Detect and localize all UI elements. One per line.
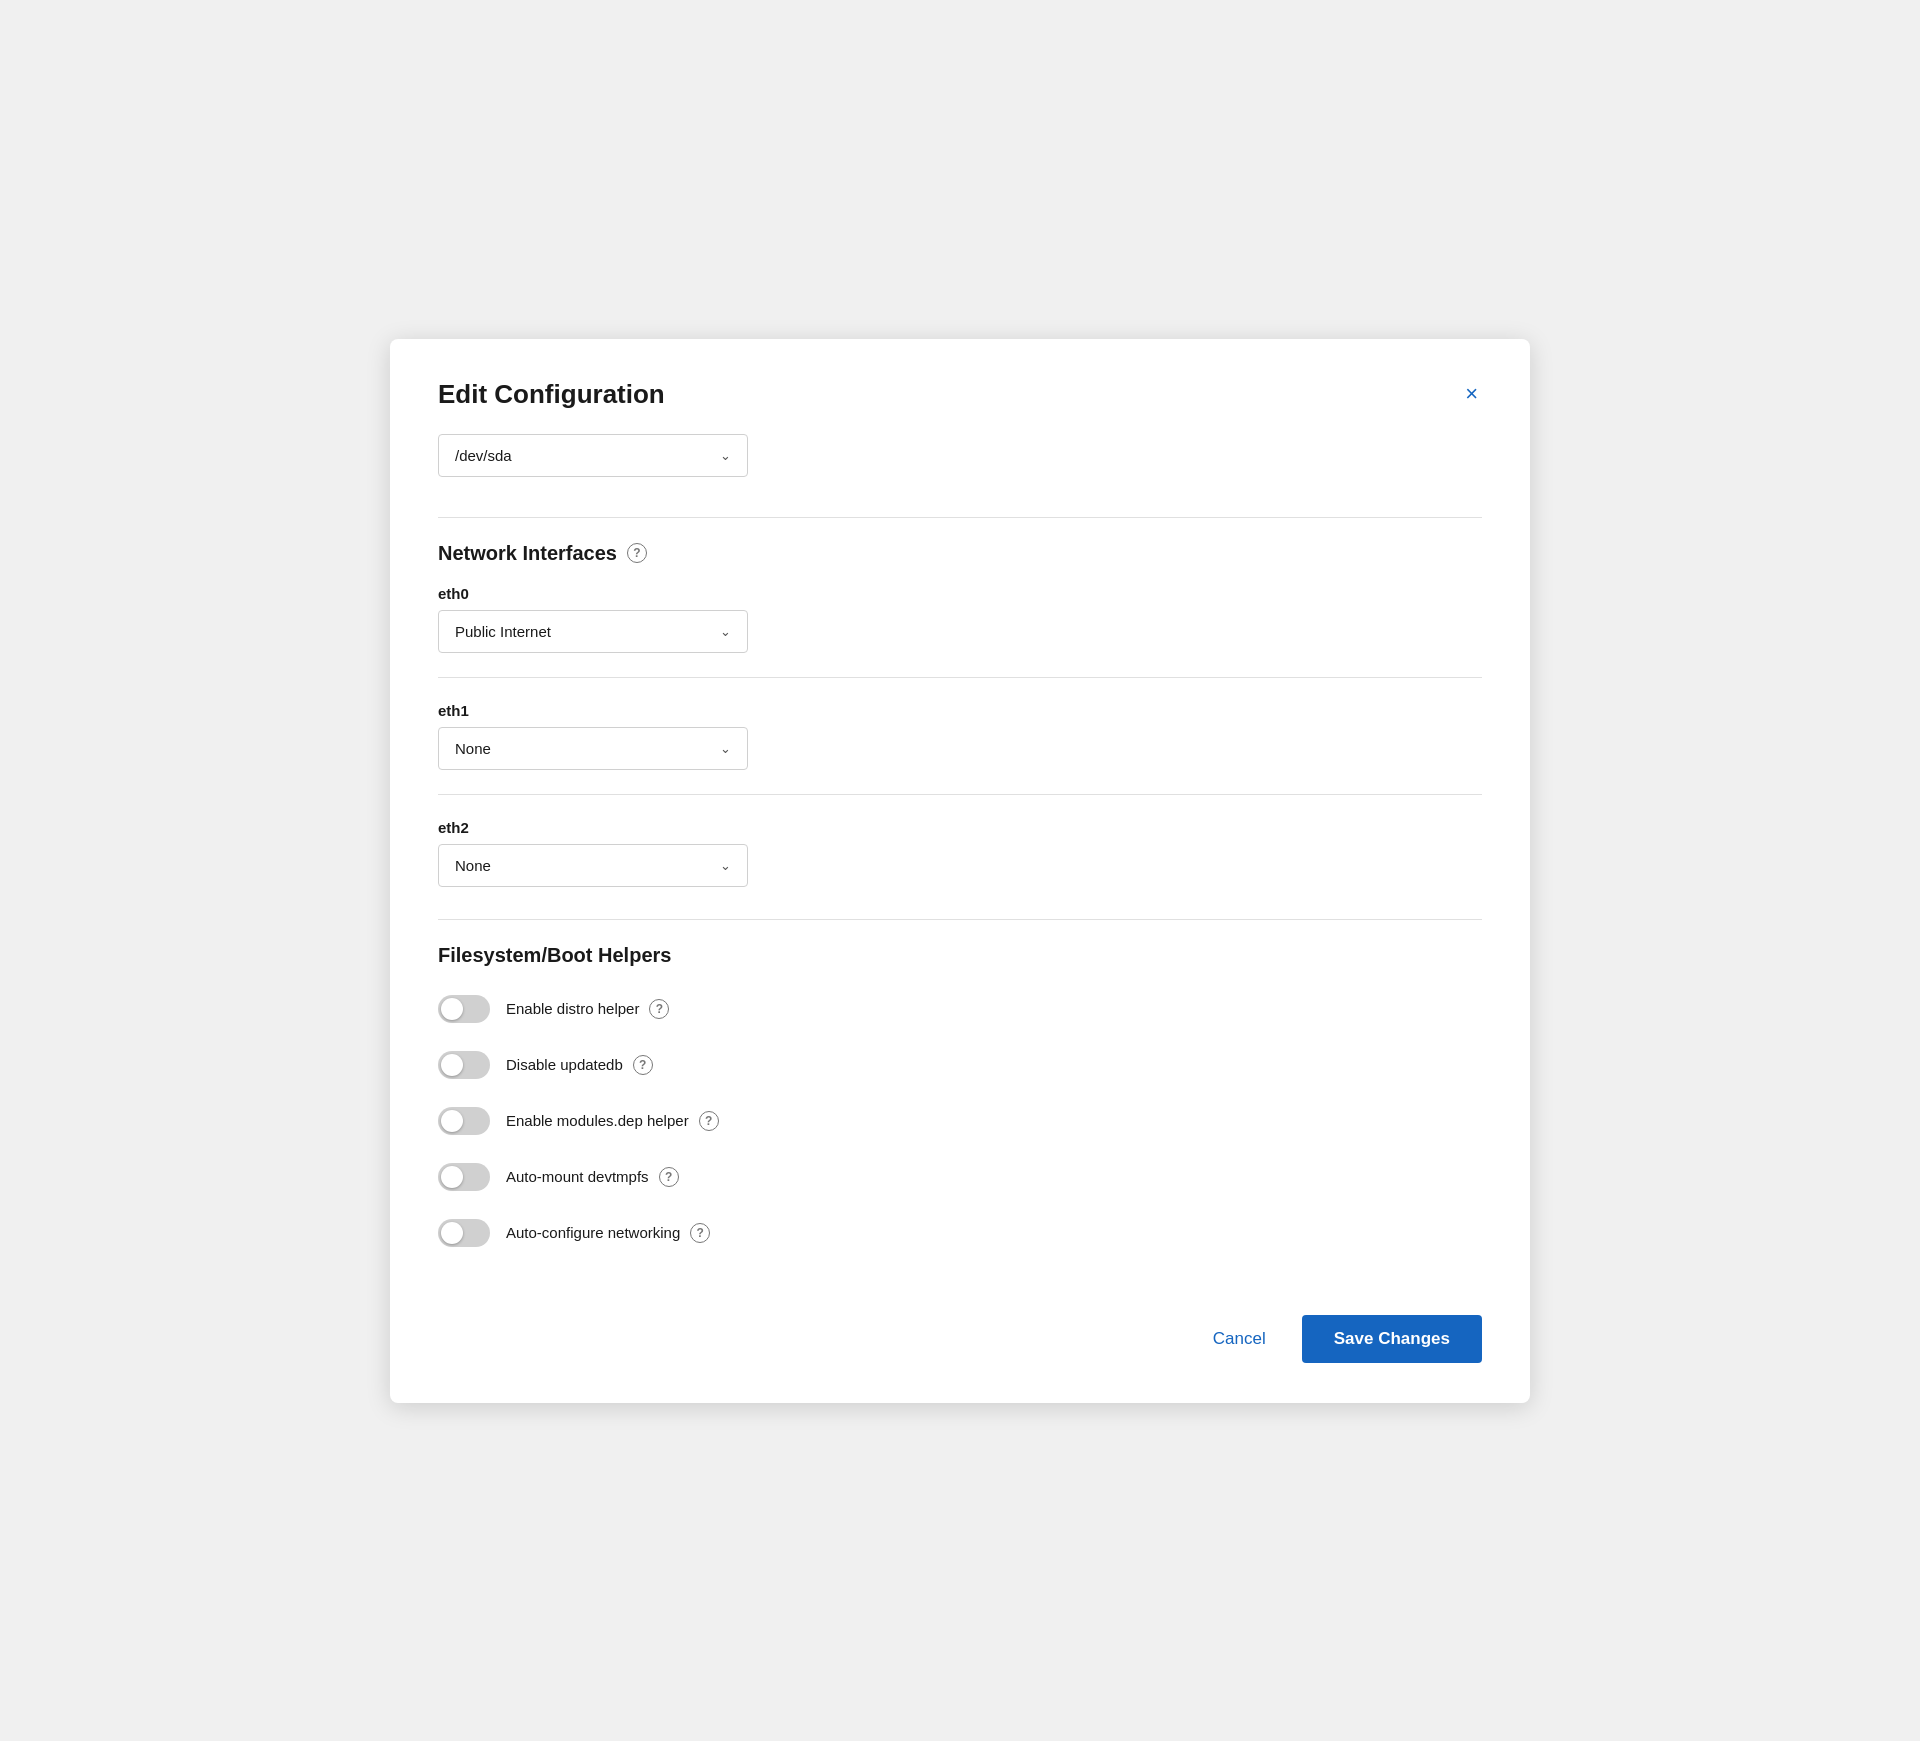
network-interfaces-title: Network Interfaces [438,542,617,565]
toggle-track [438,995,490,1023]
eth2-label: eth2 [438,819,1482,836]
modal-header: Edit Configuration × [438,379,1482,410]
toggle-row-updatedb: Disable updatedb ? [438,1051,1482,1079]
eth1-divider [438,794,1482,795]
toggle-row-auto-networking: Auto-configure networking ? [438,1219,1482,1247]
network-interfaces-title-row: Network Interfaces ? [438,542,1482,565]
toggle-track [438,1107,490,1135]
toggle-label-modules-dep: Enable modules.dep helper ? [506,1111,719,1131]
modules-dep-help-icon[interactable]: ? [699,1111,719,1131]
edit-configuration-modal: Edit Configuration × /dev/sda ⌄ Network … [390,339,1530,1403]
eth1-dropdown-chevron-icon: ⌄ [720,741,731,756]
toggle-thumb [441,1166,463,1188]
eth2-dropdown-value: None [455,857,491,874]
auto-configure-networking-toggle[interactable] [438,1219,490,1247]
eth2-group: eth2 None ⌄ [438,819,1482,887]
close-button[interactable]: × [1461,379,1482,409]
section-divider-top [438,517,1482,518]
modal-title: Edit Configuration [438,379,665,410]
network-interfaces-help-icon[interactable]: ? [627,543,647,563]
eth1-dropdown[interactable]: None ⌄ [438,727,748,770]
device-dropdown-chevron-icon: ⌄ [720,448,731,463]
eth0-dropdown[interactable]: Public Internet ⌄ [438,610,748,653]
disable-updatedb-toggle[interactable] [438,1051,490,1079]
device-dropdown[interactable]: /dev/sda ⌄ [438,434,748,477]
toggle-label-distro-helper: Enable distro helper ? [506,999,669,1019]
network-interfaces-section: Network Interfaces ? eth0 Public Interne… [438,542,1482,911]
device-dropdown-wrapper: /dev/sda ⌄ [438,434,1482,477]
auto-networking-text: Auto-configure networking [506,1224,680,1241]
save-changes-button[interactable]: Save Changes [1302,1315,1482,1363]
updatedb-text: Disable updatedb [506,1056,623,1073]
auto-mount-devtmpfs-toggle[interactable] [438,1163,490,1191]
filesystem-boot-helpers-section: Filesystem/Boot Helpers Enable distro he… [438,944,1482,1275]
distro-helper-text: Enable distro helper [506,1000,639,1017]
eth0-dropdown-chevron-icon: ⌄ [720,624,731,639]
distro-helper-help-icon[interactable]: ? [649,999,669,1019]
enable-distro-helper-toggle[interactable] [438,995,490,1023]
toggle-label-updatedb: Disable updatedb ? [506,1055,653,1075]
toggle-track [438,1163,490,1191]
auto-networking-help-icon[interactable]: ? [690,1223,710,1243]
modules-dep-text: Enable modules.dep helper [506,1112,689,1129]
eth2-dropdown[interactable]: None ⌄ [438,844,748,887]
toggle-label-devtmpfs: Auto-mount devtmpfs ? [506,1167,679,1187]
toggle-row-distro-helper: Enable distro helper ? [438,995,1482,1023]
eth1-group: eth1 None ⌄ [438,702,1482,770]
eth0-dropdown-value: Public Internet [455,623,551,640]
updatedb-help-icon[interactable]: ? [633,1055,653,1075]
eth0-label: eth0 [438,585,1482,602]
toggle-thumb [441,1054,463,1076]
eth1-dropdown-value: None [455,740,491,757]
devtmpfs-text: Auto-mount devtmpfs [506,1168,649,1185]
cancel-button[interactable]: Cancel [1197,1319,1282,1359]
eth0-divider [438,677,1482,678]
eth0-group: eth0 Public Internet ⌄ [438,585,1482,653]
devtmpfs-help-icon[interactable]: ? [659,1167,679,1187]
section-divider-middle [438,919,1482,920]
toggle-row-modules-dep: Enable modules.dep helper ? [438,1107,1482,1135]
toggle-thumb [441,998,463,1020]
toggle-thumb [441,1222,463,1244]
toggle-track [438,1219,490,1247]
eth1-label: eth1 [438,702,1482,719]
toggle-label-auto-networking: Auto-configure networking ? [506,1223,710,1243]
toggle-track [438,1051,490,1079]
device-dropdown-value: /dev/sda [455,447,512,464]
modal-footer: Cancel Save Changes [438,1275,1482,1363]
toggle-row-devtmpfs: Auto-mount devtmpfs ? [438,1163,1482,1191]
filesystem-section-title: Filesystem/Boot Helpers [438,944,1482,967]
enable-modules-dep-toggle[interactable] [438,1107,490,1135]
eth2-dropdown-chevron-icon: ⌄ [720,858,731,873]
toggle-thumb [441,1110,463,1132]
